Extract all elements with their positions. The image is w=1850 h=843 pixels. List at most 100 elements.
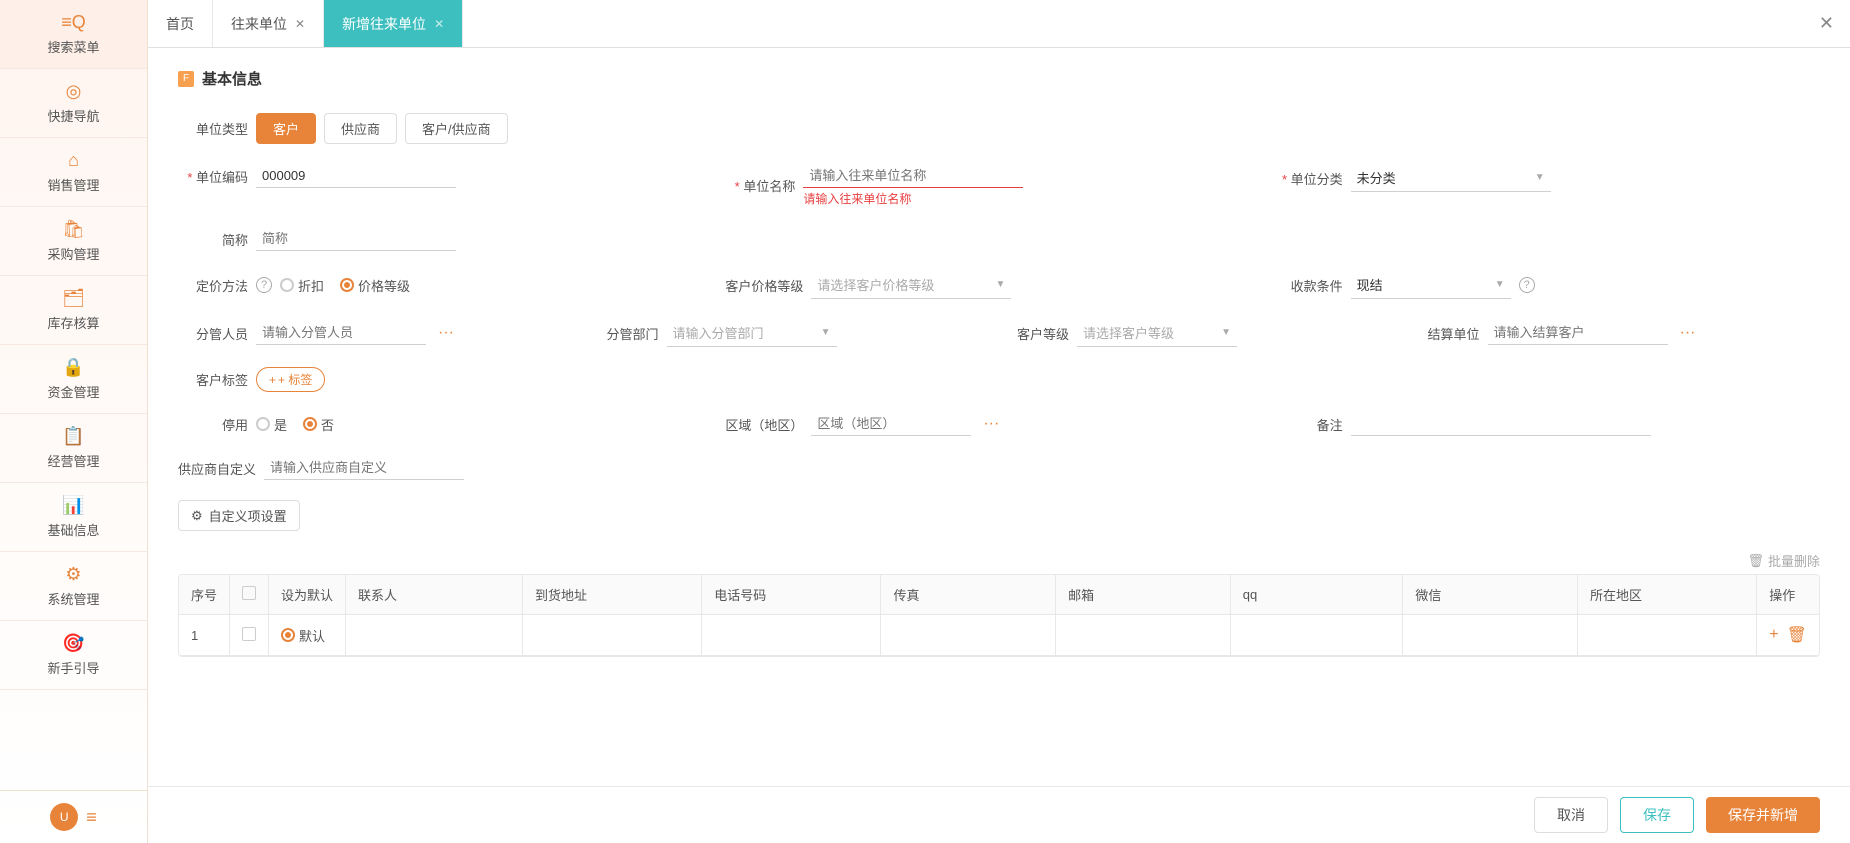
- disable-row: 停用 是 否 区域（地区） ··· 备注: [178, 412, 1820, 436]
- add-tag-btn[interactable]: + + 标签: [256, 367, 325, 392]
- supervisor-more-btn[interactable]: ···: [434, 322, 458, 344]
- save-button[interactable]: 保存: [1620, 797, 1694, 833]
- td-qq[interactable]: [1230, 615, 1403, 656]
- remark-group: 备注: [1273, 412, 1820, 436]
- sidebar-item-quick-nav[interactable]: ◎ 快捷导航: [0, 69, 147, 138]
- settings-gear-icon: ⚙: [191, 508, 203, 524]
- search-icon: ≡Q: [61, 12, 86, 33]
- sidebar-item-inventory[interactable]: 🗂 库存核算: [0, 276, 147, 345]
- tab-home[interactable]: 首页: [148, 0, 213, 47]
- purchase-icon: 🛍: [62, 219, 85, 240]
- supplier-custom-label: 供应商自定义: [178, 459, 256, 478]
- page-content: F 基本信息 单位类型 客户 供应商 客户/供应商 单位编码 单位名称: [148, 48, 1850, 786]
- expand-icon[interactable]: ≡: [86, 807, 97, 828]
- td-action: + 🗑: [1757, 615, 1819, 656]
- supplier-custom-row: 供应商自定义: [178, 456, 1820, 480]
- type-btn-both[interactable]: 客户/供应商: [405, 113, 508, 144]
- sidebar-item-guide[interactable]: 🎯 新手引导: [0, 621, 147, 690]
- row-default-radio[interactable]: 默认: [281, 626, 333, 645]
- sidebar-item-search[interactable]: ≡Q 搜索菜单: [0, 0, 147, 69]
- unit-code-input[interactable]: [256, 164, 456, 188]
- settlement-unit-input[interactable]: [1488, 321, 1668, 345]
- payment-help-icon[interactable]: ?: [1519, 277, 1535, 293]
- qq-input[interactable]: [1243, 628, 1391, 643]
- unit-category-select[interactable]: 未分类 ▼: [1351, 164, 1551, 192]
- custom-settings-btn[interactable]: ⚙ 自定义项设置: [178, 500, 300, 531]
- add-row-icon[interactable]: +: [1769, 626, 1778, 644]
- sidebar-item-label: 基础信息: [47, 520, 99, 539]
- region-input[interactable]: [811, 412, 971, 436]
- radio-yes[interactable]: 是: [256, 415, 287, 434]
- remark-input[interactable]: [1351, 412, 1651, 436]
- row-default-dot: [281, 628, 295, 642]
- td-wechat[interactable]: [1403, 615, 1578, 656]
- short-name-input[interactable]: [256, 227, 456, 251]
- td-contact[interactable]: [346, 615, 523, 656]
- radio-price-level[interactable]: 价格等级: [340, 276, 410, 295]
- unit-name-group: 单位名称 请输入往来单位名称: [725, 164, 1272, 207]
- tab-add-unit[interactable]: 新增往来单位 ✕: [324, 0, 463, 47]
- section-icon: F: [178, 71, 194, 87]
- unit-type-group: 单位类型 客户 供应商 客户/供应商: [178, 113, 678, 144]
- sidebar-item-purchase[interactable]: 🛍 采购管理: [0, 207, 147, 276]
- department-select[interactable]: 请输入分管部门 ▼: [667, 319, 837, 347]
- finance-icon: 🔒: [62, 357, 84, 378]
- pricing-help-icon[interactable]: ?: [256, 277, 272, 293]
- delete-row-icon[interactable]: 🗑: [1787, 625, 1807, 645]
- unit-name-label: 单位名称: [725, 176, 795, 195]
- td-address[interactable]: [522, 615, 701, 656]
- supplier-custom-input[interactable]: [264, 456, 464, 480]
- sidebar-item-finance[interactable]: 🔒 资金管理: [0, 345, 147, 414]
- radio-discount[interactable]: 折扣: [280, 276, 324, 295]
- region-more-btn[interactable]: ···: [979, 413, 1003, 435]
- customer-level-group: 客户等级 请选择客户等级 ▼: [999, 319, 1410, 347]
- radio-no[interactable]: 否: [303, 415, 334, 434]
- address-input[interactable]: [535, 628, 689, 643]
- td-check[interactable]: [230, 615, 269, 656]
- settlement-more-btn[interactable]: ···: [1676, 322, 1700, 344]
- tab-bar-close-btn[interactable]: ✕: [1803, 13, 1850, 34]
- cancel-button[interactable]: 取消: [1534, 797, 1608, 833]
- unit-name-input[interactable]: [803, 164, 1023, 188]
- type-btn-customer[interactable]: 客户: [256, 113, 316, 144]
- phone-input[interactable]: [714, 628, 868, 643]
- row-checkbox[interactable]: [242, 627, 256, 641]
- row-default-label: 默认: [299, 626, 325, 645]
- th-check-all[interactable]: [230, 575, 269, 615]
- sidebar-item-label: 搜索菜单: [47, 37, 99, 56]
- td-region[interactable]: [1578, 615, 1757, 656]
- tab-unit-list-close[interactable]: ✕: [295, 18, 305, 30]
- sidebar-item-operations[interactable]: 📋 经营管理: [0, 414, 147, 483]
- customer-level-select[interactable]: 请选择客户等级 ▼: [1077, 319, 1237, 347]
- sidebar-item-system[interactable]: ⚙ 系统管理: [0, 552, 147, 621]
- th-wechat: 微信: [1403, 575, 1578, 615]
- contact-input[interactable]: [358, 628, 510, 643]
- checkbox-all[interactable]: [242, 586, 256, 600]
- supervisor-input[interactable]: [256, 321, 426, 345]
- wechat-input[interactable]: [1415, 628, 1565, 643]
- unit-category-group: 单位分类 未分类 ▼: [1273, 164, 1820, 192]
- sidebar-item-basic-info[interactable]: 📊 基础信息: [0, 483, 147, 552]
- batch-delete-btn[interactable]: 🗑 批量删除: [1747, 551, 1820, 570]
- td-email[interactable]: [1056, 615, 1231, 656]
- row-region-input[interactable]: [1590, 628, 1744, 643]
- th-email: 邮箱: [1056, 575, 1231, 615]
- disable-group: 停用 是 否: [178, 415, 725, 434]
- type-btn-supplier[interactable]: 供应商: [324, 113, 397, 144]
- email-input[interactable]: [1068, 628, 1218, 643]
- td-phone[interactable]: [702, 615, 881, 656]
- disable-radio-group: 是 否: [256, 415, 334, 434]
- save-add-button[interactable]: 保存并新增: [1706, 797, 1820, 833]
- sidebar-bottom: U ≡: [0, 790, 147, 843]
- tab-unit-list[interactable]: 往来单位 ✕: [213, 0, 324, 47]
- customer-price-level-select[interactable]: 请选择客户价格等级 ▼: [811, 271, 1011, 299]
- td-fax[interactable]: [881, 615, 1056, 656]
- batch-delete-icon: 🗑: [1747, 553, 1764, 569]
- payment-condition-select[interactable]: 现结 ▼: [1351, 271, 1511, 299]
- tag-btn-label: + 标签: [278, 371, 312, 388]
- tab-add-unit-close[interactable]: ✕: [434, 18, 444, 30]
- user-avatar[interactable]: U: [50, 803, 78, 831]
- fax-input[interactable]: [893, 628, 1043, 643]
- sidebar-item-sales[interactable]: ⌂ 销售管理: [0, 138, 147, 207]
- sidebar-item-label: 系统管理: [47, 589, 99, 608]
